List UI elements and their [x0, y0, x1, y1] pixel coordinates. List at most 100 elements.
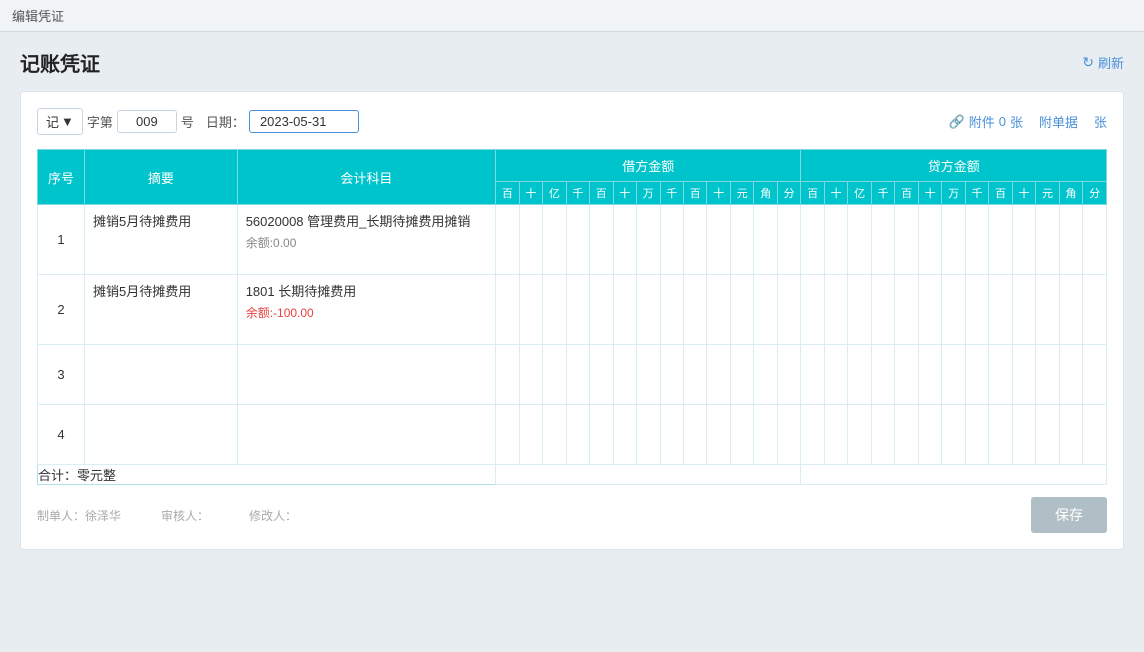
row-3-credit-7[interactable] [965, 405, 988, 465]
row-0-debit-1[interactable] [519, 205, 542, 275]
row-2-account[interactable] [237, 345, 495, 405]
attachment-link[interactable]: 🔗 附件 0 张 [949, 112, 1023, 131]
row-1-debit-9[interactable] [707, 275, 730, 345]
refresh-button[interactable]: ↻ 刷新 [1082, 53, 1124, 72]
type-dropdown[interactable]: 记 ▼ [37, 108, 83, 135]
row-1-credit-9[interactable] [1012, 275, 1035, 345]
row-2-credit-4[interactable] [895, 345, 918, 405]
row-2-debit-4[interactable] [590, 345, 613, 405]
row-1-debit-6[interactable] [637, 275, 660, 345]
row-2-debit-1[interactable] [519, 345, 542, 405]
row-3-account[interactable] [237, 405, 495, 465]
row-0-credit-7[interactable] [965, 205, 988, 275]
row-2-debit-0[interactable] [496, 345, 519, 405]
row-2-credit-3[interactable] [871, 345, 894, 405]
row-0-credit-1[interactable] [824, 205, 847, 275]
row-1-credit-2[interactable] [848, 275, 871, 345]
row-1-credit-6[interactable] [942, 275, 965, 345]
row-1-debit-0[interactable] [496, 275, 519, 345]
row-0-credit-5[interactable] [918, 205, 941, 275]
row-0-debit-7[interactable] [660, 205, 683, 275]
row-1-account[interactable]: 1801 长期待摊费用余额:-100.00 [237, 275, 495, 345]
row-2-debit-12[interactable] [777, 345, 800, 405]
row-2-credit-7[interactable] [965, 345, 988, 405]
row-2-debit-7[interactable] [660, 345, 683, 405]
row-1-debit-12[interactable] [777, 275, 800, 345]
row-0-credit-4[interactable] [895, 205, 918, 275]
row-0-credit-12[interactable] [1083, 205, 1107, 275]
row-3-debit-11[interactable] [754, 405, 777, 465]
row-3-debit-12[interactable] [777, 405, 800, 465]
date-input[interactable] [249, 110, 359, 133]
row-2-credit-2[interactable] [848, 345, 871, 405]
row-3-debit-2[interactable] [543, 405, 566, 465]
row-2-debit-6[interactable] [637, 345, 660, 405]
row-1-debit-11[interactable] [754, 275, 777, 345]
row-3-desc[interactable] [84, 405, 237, 465]
row-3-credit-0[interactable] [801, 405, 824, 465]
row-1-credit-12[interactable] [1083, 275, 1107, 345]
row-3-credit-12[interactable] [1083, 405, 1107, 465]
row-0-credit-3[interactable] [871, 205, 894, 275]
row-2-credit-11[interactable] [1059, 345, 1082, 405]
row-2-debit-10[interactable] [730, 345, 753, 405]
row-2-credit-8[interactable] [989, 345, 1012, 405]
row-1-debit-7[interactable] [660, 275, 683, 345]
row-0-debit-3[interactable] [566, 205, 589, 275]
row-2-credit-5[interactable] [918, 345, 941, 405]
row-2-debit-9[interactable] [707, 345, 730, 405]
row-0-debit-5[interactable] [613, 205, 636, 275]
row-3-credit-6[interactable] [942, 405, 965, 465]
row-3-credit-11[interactable] [1059, 405, 1082, 465]
row-1-credit-3[interactable] [871, 275, 894, 345]
row-1-credit-11[interactable] [1059, 275, 1082, 345]
attach-single-link[interactable]: 附单据 [1039, 112, 1078, 131]
row-0-desc[interactable]: 摊销5月待摊费用 [84, 205, 237, 275]
row-3-debit-7[interactable] [660, 405, 683, 465]
row-2-debit-5[interactable] [613, 345, 636, 405]
row-1-debit-3[interactable] [566, 275, 589, 345]
row-0-debit-9[interactable] [707, 205, 730, 275]
row-0-credit-8[interactable] [989, 205, 1012, 275]
row-1-debit-8[interactable] [684, 275, 707, 345]
row-0-debit-12[interactable] [777, 205, 800, 275]
row-1-debit-4[interactable] [590, 275, 613, 345]
row-1-credit-4[interactable] [895, 275, 918, 345]
row-2-credit-12[interactable] [1083, 345, 1107, 405]
row-1-debit-1[interactable] [519, 275, 542, 345]
row-0-debit-0[interactable] [496, 205, 519, 275]
row-1-debit-10[interactable] [730, 275, 753, 345]
save-button[interactable]: 保存 [1031, 497, 1107, 533]
row-1-debit-2[interactable] [543, 275, 566, 345]
row-2-credit-9[interactable] [1012, 345, 1035, 405]
row-1-credit-10[interactable] [1036, 275, 1059, 345]
row-2-credit-6[interactable] [942, 345, 965, 405]
row-0-debit-4[interactable] [590, 205, 613, 275]
row-1-credit-8[interactable] [989, 275, 1012, 345]
row-1-credit-7[interactable] [965, 275, 988, 345]
row-3-credit-9[interactable] [1012, 405, 1035, 465]
row-2-debit-3[interactable] [566, 345, 589, 405]
voucher-number-input[interactable] [117, 110, 177, 133]
row-3-debit-9[interactable] [707, 405, 730, 465]
row-3-credit-1[interactable] [824, 405, 847, 465]
row-3-debit-8[interactable] [684, 405, 707, 465]
row-1-debit-5[interactable] [613, 275, 636, 345]
row-3-credit-2[interactable] [848, 405, 871, 465]
row-3-debit-1[interactable] [519, 405, 542, 465]
row-1-credit-0[interactable] [801, 275, 824, 345]
row-3-credit-8[interactable] [989, 405, 1012, 465]
row-2-credit-1[interactable] [824, 345, 847, 405]
row-3-debit-6[interactable] [637, 405, 660, 465]
row-1-credit-5[interactable] [918, 275, 941, 345]
row-2-debit-2[interactable] [543, 345, 566, 405]
row-2-debit-11[interactable] [754, 345, 777, 405]
row-0-account[interactable]: 56020008 管理费用_长期待摊费用摊销余额:0.00 [237, 205, 495, 275]
row-0-debit-10[interactable] [730, 205, 753, 275]
row-0-credit-9[interactable] [1012, 205, 1035, 275]
row-0-credit-10[interactable] [1036, 205, 1059, 275]
row-2-credit-10[interactable] [1036, 345, 1059, 405]
row-0-debit-11[interactable] [754, 205, 777, 275]
row-0-credit-6[interactable] [942, 205, 965, 275]
row-0-credit-2[interactable] [848, 205, 871, 275]
